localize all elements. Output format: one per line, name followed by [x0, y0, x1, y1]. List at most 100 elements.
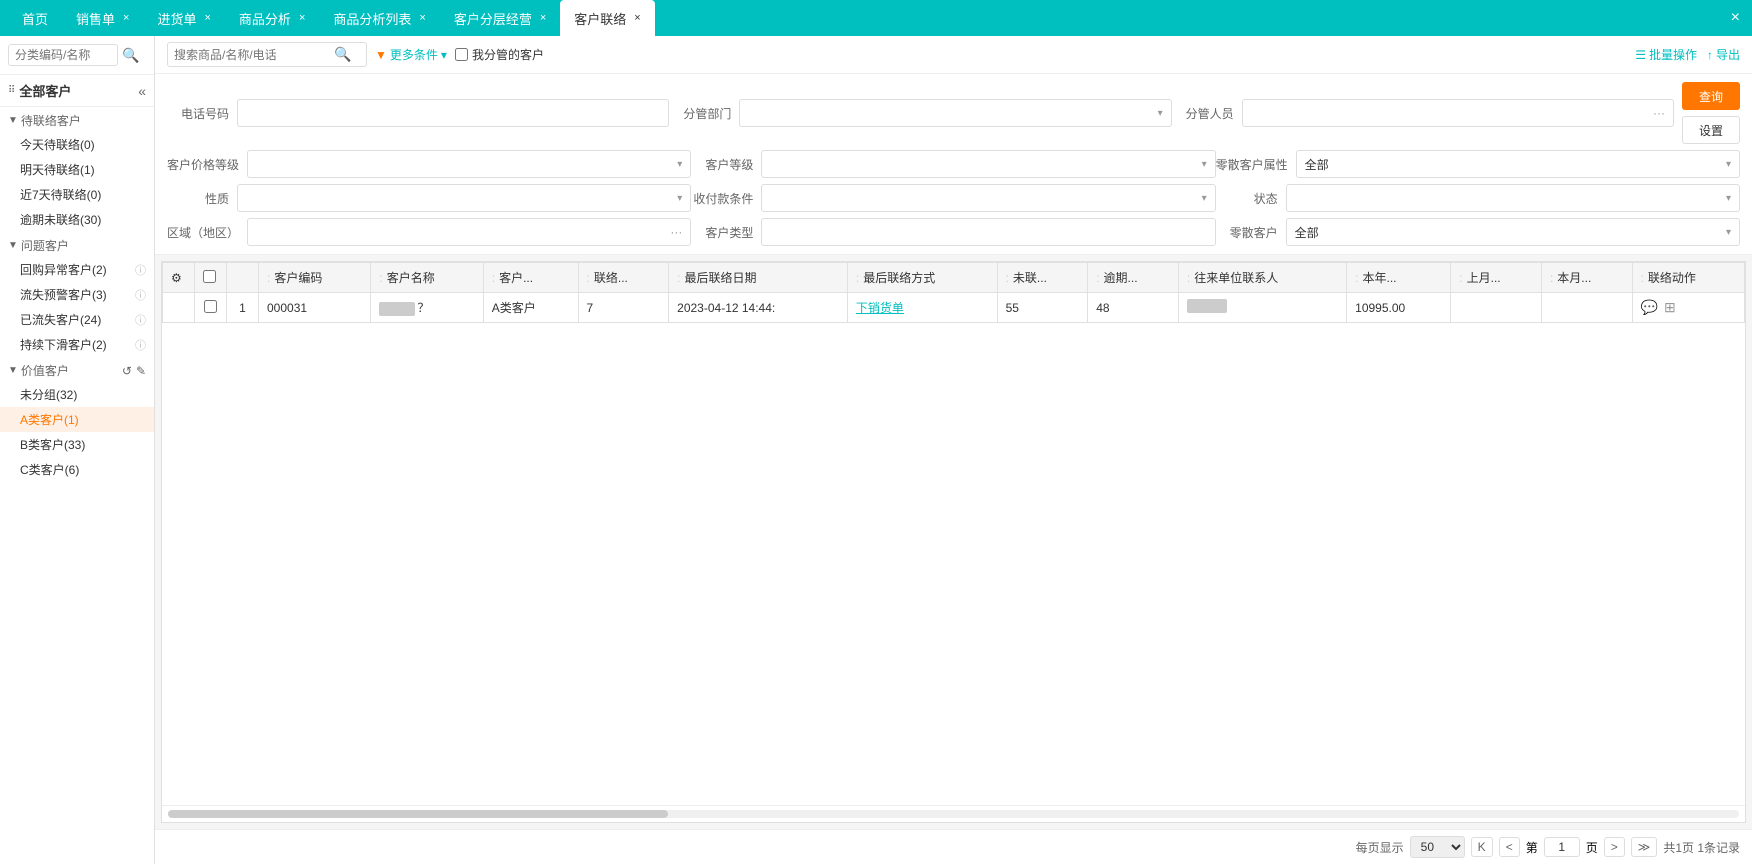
- more-conditions-button[interactable]: ▼ 更多条件 ▾: [375, 46, 447, 63]
- price-level-label: 客户价格等级: [167, 156, 247, 173]
- tab-close-product-analysis[interactable]: ×: [299, 12, 305, 24]
- nav-tab-purchase[interactable]: 进货单×: [143, 0, 224, 36]
- first-page-button[interactable]: K: [1471, 837, 1493, 857]
- col-settings[interactable]: ⚙: [163, 263, 195, 293]
- row-num: 1: [227, 293, 259, 323]
- customer-level-arrow-icon: ▾: [1202, 159, 1207, 170]
- nav-tab-home[interactable]: 首页: [8, 0, 62, 36]
- all-customers-header[interactable]: ⠿ 全部客户 «: [0, 75, 154, 107]
- field-status: 状态 ▾: [1216, 184, 1740, 212]
- nav-tab-customer-segment[interactable]: 客户分层经营×: [440, 0, 560, 36]
- chat-icon[interactable]: 💬: [1641, 299, 1658, 316]
- row-code: 000031: [259, 293, 371, 323]
- tab-close-purchase[interactable]: ×: [204, 12, 210, 24]
- filter-search-icon[interactable]: 🔍: [334, 46, 351, 63]
- retail-attr-select[interactable]: 全部 ▾: [1296, 150, 1740, 178]
- customer-level-select[interactable]: ▾: [761, 150, 1215, 178]
- last-page-button[interactable]: ≫: [1631, 837, 1658, 857]
- col-overdue: :逾期...: [1088, 263, 1179, 293]
- per-page-select[interactable]: 50 100 200: [1410, 836, 1465, 858]
- filter-search-input[interactable]: [174, 48, 334, 62]
- row-last-method[interactable]: 下销货单: [847, 293, 997, 323]
- col-num: [227, 263, 259, 293]
- department-select[interactable]: ▾: [739, 99, 1171, 127]
- prev-page-button[interactable]: <: [1499, 837, 1520, 857]
- nav-tab-product-list[interactable]: 商品分析列表×: [319, 0, 439, 36]
- sidebar-item-class-a[interactable]: A类客户(1): [0, 407, 154, 432]
- refresh-icon[interactable]: ↺: [122, 364, 132, 378]
- pay-condition-select[interactable]: ▾: [761, 184, 1215, 212]
- col-this-month: :本月...: [1541, 263, 1632, 293]
- sidebar-group-problem[interactable]: ▼ 问题客户: [0, 232, 154, 257]
- status-select[interactable]: ▾: [1286, 184, 1740, 212]
- price-level-select[interactable]: ▾: [247, 150, 691, 178]
- qr-icon[interactable]: ⊞: [1664, 299, 1676, 316]
- sidebar-item-tomorrow[interactable]: 明天待联络(1): [0, 157, 154, 182]
- sidebar-item-unclassified[interactable]: 未分组(32): [0, 382, 154, 407]
- last-method-link[interactable]: 下销货单: [856, 301, 904, 315]
- filter-search-box[interactable]: 🔍: [167, 42, 367, 67]
- department-label: 分管部门: [669, 105, 739, 122]
- filter-toolbar: 🔍 ▼ 更多条件 ▾ 我分管的客户 ☰ 批量操作 ↑ 导出: [155, 36, 1752, 74]
- nav-tab-product-analysis[interactable]: 商品分析×: [225, 0, 319, 36]
- sidebar-item-churn-warning[interactable]: 流失预警客户(3) ⓘ: [0, 282, 154, 307]
- sidebar-item-repurchase-abnormal[interactable]: 回购异常客户(2) ⓘ: [0, 257, 154, 282]
- retail-select[interactable]: 全部 ▾: [1286, 218, 1740, 246]
- customer-type-select[interactable]: [761, 218, 1215, 246]
- col-last-method: :最后联络方式: [847, 263, 997, 293]
- phone-input[interactable]: [237, 99, 669, 127]
- status-arrow-icon: ▾: [1726, 193, 1731, 204]
- nature-select[interactable]: ▾: [237, 184, 691, 212]
- edit-value-icon[interactable]: ✎: [136, 364, 146, 378]
- sidebar-item-week[interactable]: 近7天待联络(0): [0, 182, 154, 207]
- settings-button[interactable]: 设置: [1682, 116, 1740, 144]
- sidebar-group-value[interactable]: ▼ 价值客户 ↺ ✎: [0, 357, 154, 382]
- table-scroll-area[interactable]: ⚙ :客户编码 :客户名称 :客户... :联络... :最后联络日期 :最后: [162, 262, 1745, 805]
- sidebar-item-class-b[interactable]: B类客户(33): [0, 432, 154, 457]
- retail-attr-arrow-icon: ▾: [1726, 159, 1731, 170]
- scrollbar-thumb[interactable]: [168, 810, 668, 818]
- sidebar-collapse-button[interactable]: «: [138, 83, 146, 99]
- row-name: ？: [371, 293, 483, 323]
- page-unit: 页: [1586, 839, 1598, 856]
- scrollbar-track[interactable]: [168, 810, 1739, 818]
- customer-level-label: 客户等级: [691, 156, 761, 173]
- sidebar-item-declining[interactable]: 持续下滑客户(2) ⓘ: [0, 332, 154, 357]
- page-number-input[interactable]: [1544, 837, 1580, 857]
- nav-tab-sales[interactable]: 销售单×: [62, 0, 143, 36]
- query-button[interactable]: 查询: [1682, 82, 1740, 110]
- col-this-year: :本年...: [1347, 263, 1451, 293]
- row-uncontacted: 55: [997, 293, 1088, 323]
- tab-close-sales[interactable]: ×: [123, 12, 129, 24]
- nav-tab-customer-contact[interactable]: 客户联络×: [560, 0, 654, 36]
- region-select[interactable]: ···: [247, 218, 691, 246]
- sidebar-item-today[interactable]: 今天待联络(0): [0, 132, 154, 157]
- sidebar-search-input[interactable]: [8, 44, 118, 66]
- row-checkbox-0[interactable]: [204, 300, 217, 313]
- info-icon-repurchase: ⓘ: [135, 262, 146, 278]
- window-close-button[interactable]: ×: [1731, 9, 1740, 27]
- tab-close-customer-segment[interactable]: ×: [540, 12, 546, 24]
- settings-gear-icon[interactable]: ⚙: [171, 271, 182, 285]
- sidebar-group-pending[interactable]: ▼ 待联络客户: [0, 107, 154, 132]
- row-unit-contact: [1178, 293, 1346, 323]
- sidebar-item-class-c[interactable]: C类客户(6): [0, 457, 154, 482]
- retail-attr-label: 零散客户属性: [1216, 156, 1296, 173]
- tab-close-product-list[interactable]: ×: [419, 12, 425, 24]
- next-page-button[interactable]: >: [1604, 837, 1625, 857]
- manager-select[interactable]: ···: [1242, 99, 1674, 127]
- export-button[interactable]: ↑ 导出: [1707, 46, 1740, 63]
- col-type: :客户...: [483, 263, 578, 293]
- info-icon-declining: ⓘ: [135, 337, 146, 353]
- sidebar-search-icon[interactable]: 🔍: [122, 47, 139, 64]
- sidebar-item-overdue[interactable]: 逾期未联络(30): [0, 207, 154, 232]
- my-customers-filter[interactable]: 我分管的客户: [455, 46, 544, 63]
- col-checkbox[interactable]: [195, 263, 227, 293]
- sidebar-item-churned[interactable]: 已流失客户(24) ⓘ: [0, 307, 154, 332]
- tab-close-customer-contact[interactable]: ×: [634, 12, 640, 24]
- horizontal-scrollbar-area: [162, 805, 1745, 822]
- batch-ops-button[interactable]: ☰ 批量操作: [1635, 46, 1697, 63]
- select-all-checkbox[interactable]: [203, 270, 216, 283]
- row-checkbox-cell[interactable]: [195, 293, 227, 323]
- my-customers-checkbox[interactable]: [455, 48, 468, 61]
